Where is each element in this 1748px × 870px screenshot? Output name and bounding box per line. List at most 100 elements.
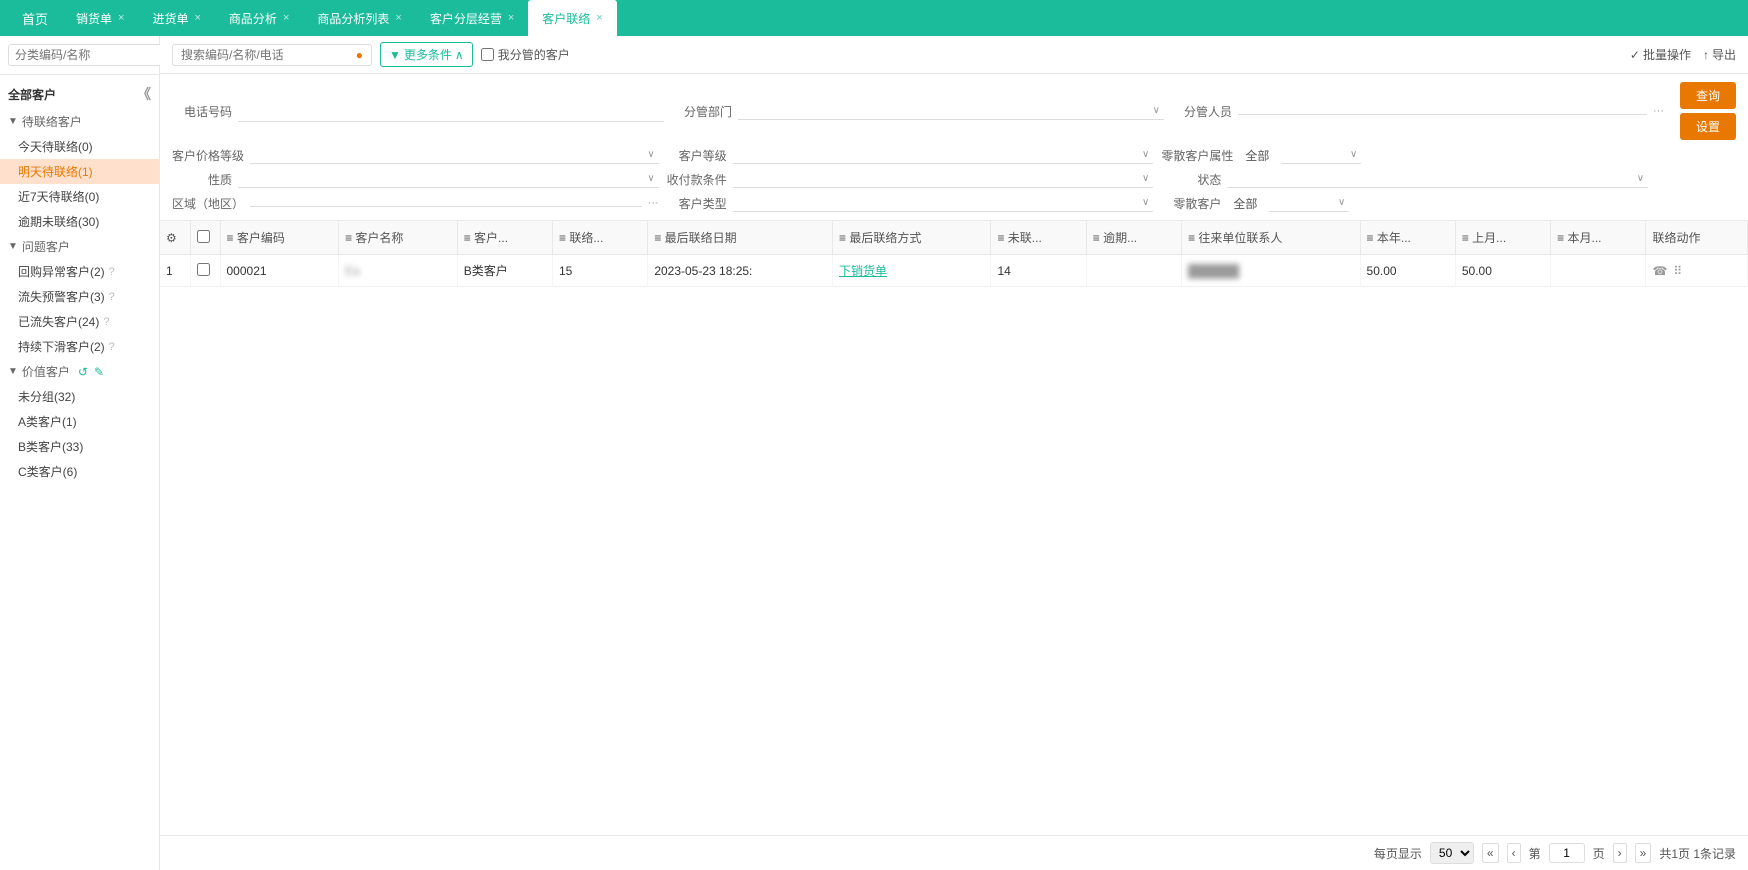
sidebar-all-customers[interactable]: 全部客户 《 bbox=[0, 79, 159, 109]
nav-customer-tier[interactable]: 客户分层经营 × bbox=[416, 0, 528, 36]
payment-select[interactable]: ∨ bbox=[733, 170, 1154, 188]
filter-cell-retail: 零散客户 全部 ∨ bbox=[1161, 194, 1648, 212]
select-all-checkbox[interactable] bbox=[197, 230, 210, 243]
prev-page-btn[interactable]: ‹ bbox=[1507, 843, 1521, 863]
cell-checkbox[interactable] bbox=[190, 255, 220, 287]
per-page-label: 每页显示 bbox=[1374, 845, 1422, 862]
pending-arrow: ▼ bbox=[8, 116, 18, 127]
page-input[interactable] bbox=[1549, 843, 1585, 863]
filter-cell-customer-level: 客户等级 ∨ bbox=[667, 146, 1154, 164]
collapse-icon[interactable]: 《 bbox=[137, 84, 151, 104]
person-label: 分管人员 bbox=[1172, 103, 1232, 120]
my-customers-checkbox-label[interactable]: 我分管的客户 bbox=[481, 46, 570, 63]
region-more-icon[interactable]: ··· bbox=[648, 197, 659, 209]
close-sales-icon[interactable]: × bbox=[118, 12, 124, 24]
toolbar-search-input[interactable] bbox=[181, 48, 356, 62]
sidebar-search-area: 🔍 bbox=[0, 36, 159, 75]
nav-sales[interactable]: 销货单 × bbox=[62, 0, 138, 36]
declining-help-icon[interactable]: ? bbox=[109, 341, 115, 353]
sidebar-item-classA[interactable]: A类客户(1) bbox=[0, 409, 159, 434]
cell-index: 1 bbox=[160, 255, 190, 287]
set-btn[interactable]: 设置 bbox=[1680, 113, 1736, 140]
sidebar-item-declining[interactable]: 持续下滑客户(2) ? bbox=[0, 334, 159, 359]
col-last-month-label: ≡ 上月... bbox=[1462, 231, 1506, 245]
status-select[interactable]: ∨ bbox=[1227, 170, 1648, 188]
cell-type: B类客户 bbox=[457, 255, 552, 287]
last-page-btn[interactable]: » bbox=[1635, 843, 1652, 863]
pending-group-label: 待联络客户 bbox=[22, 113, 82, 130]
week7-label: 近7天待联络(0) bbox=[18, 188, 99, 205]
nav-home[interactable]: 首页 bbox=[8, 0, 62, 36]
sidebar-item-lost[interactable]: 已流失客户(24) ? bbox=[0, 309, 159, 334]
sidebar-search-input[interactable] bbox=[8, 44, 177, 66]
sidebar-item-today[interactable]: 今天待联络(0) bbox=[0, 134, 159, 159]
lostpending-help-icon[interactable]: ? bbox=[109, 291, 115, 303]
customer-level-label: 客户等级 bbox=[667, 147, 727, 164]
sidebar-item-tomorrow[interactable]: 明天待联络(1) bbox=[0, 159, 159, 184]
sidebar-item-classC[interactable]: C类客户(6) bbox=[0, 459, 159, 484]
nav-goods-analysis[interactable]: 商品分析 × bbox=[215, 0, 303, 36]
per-page-select[interactable]: 50 bbox=[1430, 842, 1474, 864]
value-group-label: 价值客户 bbox=[22, 363, 70, 380]
customer-name-value: Ea bbox=[345, 264, 360, 278]
more-filter-btn[interactable]: ▼ 更多条件 ∧ bbox=[380, 42, 473, 67]
table-row: 1 000021 Ea B类客户 15 2023-05-23 18:25: 下销… bbox=[160, 255, 1748, 287]
close-goods-analysis-icon[interactable]: × bbox=[283, 12, 289, 24]
sidebar-item-lostpending[interactable]: 流失预警客户(3) ? bbox=[0, 284, 159, 309]
sidebar-item-week7[interactable]: 近7天待联络(0) bbox=[0, 184, 159, 209]
col-settings[interactable]: ⚙ bbox=[160, 221, 190, 255]
close-purchase-icon[interactable]: × bbox=[194, 12, 200, 24]
retail-select[interactable]: ∨ bbox=[1269, 194, 1349, 212]
table-header-row: ⚙ ≡ 客户编码 ≡ 客户名称 ≡ 客户... ≡ 联络... ≡ 最后联络日期… bbox=[160, 221, 1748, 255]
retail-attr-select[interactable]: ∨ bbox=[1281, 146, 1361, 164]
filter-row-1: 电话号码 分管部门 ∨ 分管人员 ··· 查询 设置 bbox=[172, 82, 1736, 140]
person-input-area bbox=[1238, 108, 1647, 115]
sidebar-group-pending[interactable]: ▼ 待联络客户 bbox=[0, 109, 159, 134]
retail-attr-label: 零散客户属性 bbox=[1161, 147, 1233, 164]
first-page-btn[interactable]: « bbox=[1482, 843, 1499, 863]
close-customer-contact-icon[interactable]: × bbox=[596, 12, 602, 24]
filter-cell-nature: 性质 ∨ bbox=[172, 170, 659, 188]
customer-type-select[interactable]: ∨ bbox=[733, 194, 1154, 212]
nature-label: 性质 bbox=[172, 171, 232, 188]
price-level-select[interactable]: ∨ bbox=[250, 146, 659, 164]
nav-goods-list[interactable]: 商品分析列表 × bbox=[303, 0, 415, 36]
person-more-icon[interactable]: ··· bbox=[1653, 105, 1664, 117]
close-goods-list-icon[interactable]: × bbox=[395, 12, 401, 24]
value-refresh-icon[interactable]: ↺ bbox=[78, 365, 88, 379]
repurchase-help-icon[interactable]: ? bbox=[109, 266, 115, 278]
toolbar-search-box: ● bbox=[172, 44, 372, 66]
query-btn[interactable]: 查询 bbox=[1680, 82, 1736, 109]
toolbar-search-icon[interactable]: ● bbox=[356, 48, 363, 62]
filter-row-4: 区域（地区） ··· 客户类型 ∨ 零散客户 全部 ∨ bbox=[172, 194, 1736, 212]
dept-select[interactable]: ∨ bbox=[738, 102, 1164, 120]
export-btn[interactable]: ↑ 导出 bbox=[1703, 46, 1736, 63]
sidebar-group-problem[interactable]: ▼ 问题客户 bbox=[0, 234, 159, 259]
value-edit-icon[interactable]: ✎ bbox=[94, 365, 104, 379]
customer-level-select[interactable]: ∨ bbox=[733, 146, 1154, 164]
cell-last-method[interactable]: 下销货单 bbox=[832, 255, 990, 287]
action-phone-icon[interactable]: ☎ bbox=[1652, 264, 1667, 278]
bulk-action-btn[interactable]: ✓ 批量操作 bbox=[1630, 46, 1691, 63]
nature-select[interactable]: ∨ bbox=[238, 170, 659, 188]
status-label: 状态 bbox=[1161, 171, 1221, 188]
last-method-link[interactable]: 下销货单 bbox=[839, 264, 887, 278]
sidebar-item-classB[interactable]: B类客户(33) bbox=[0, 434, 159, 459]
nav-customer-contact[interactable]: 客户联络 × bbox=[528, 0, 616, 36]
col-checkbox[interactable] bbox=[190, 221, 220, 255]
sidebar-item-overdue[interactable]: 逾期未联络(30) bbox=[0, 209, 159, 234]
sidebar-item-unsorted[interactable]: 未分组(32) bbox=[0, 384, 159, 409]
my-customers-checkbox[interactable] bbox=[481, 48, 494, 61]
close-customer-tier-icon[interactable]: × bbox=[508, 12, 514, 24]
sidebar-item-repurchase[interactable]: 回购异常客户(2) ? bbox=[0, 259, 159, 284]
sidebar-group-value[interactable]: ▼ 价值客户 ↺ ✎ bbox=[0, 359, 159, 384]
retail-attr-fixed: 全部 bbox=[1245, 147, 1269, 164]
action-more-icon[interactable]: ⠿ bbox=[1673, 264, 1682, 278]
retail-attr-chevron-icon: ∨ bbox=[1350, 149, 1357, 160]
bulk-action-label: 批量操作 bbox=[1643, 46, 1691, 63]
row-checkbox[interactable] bbox=[197, 263, 210, 276]
next-page-btn[interactable]: › bbox=[1613, 843, 1627, 863]
lost-help-icon[interactable]: ? bbox=[103, 316, 109, 328]
phone-input[interactable] bbox=[238, 101, 664, 122]
nav-purchase[interactable]: 进货单 × bbox=[138, 0, 214, 36]
